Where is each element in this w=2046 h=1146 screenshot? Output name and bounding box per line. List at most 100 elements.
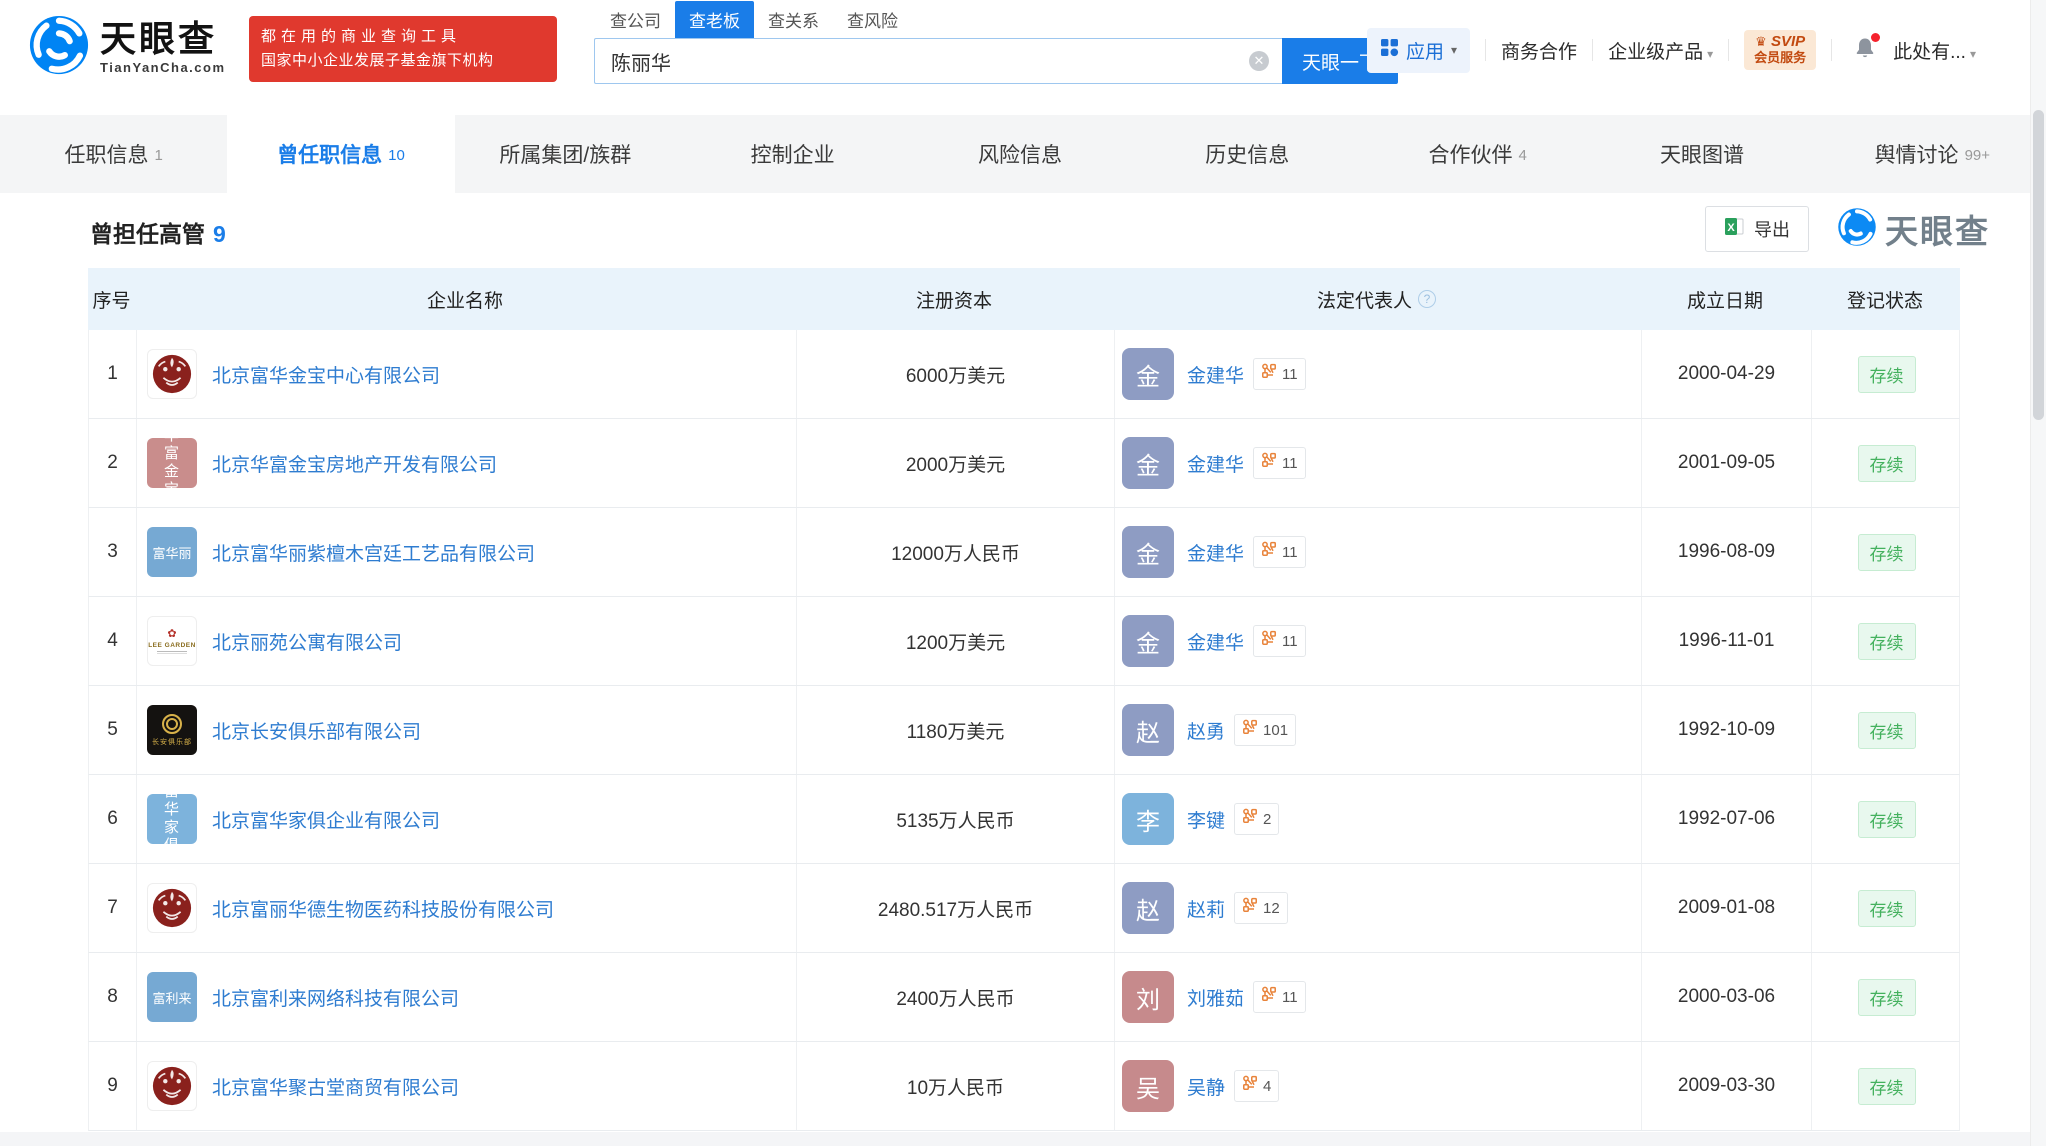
legal-rep-link[interactable]: 赵莉 xyxy=(1187,895,1225,922)
table-row: 4 ✿ LEE GARDEN 北京丽苑公寓有限公司 1200万美元 金 金建华 xyxy=(88,597,1960,686)
relation-count-badge[interactable]: 12 xyxy=(1234,892,1288,924)
page-tab[interactable]: 历史信息 xyxy=(1137,115,1364,193)
legal-rep-avatar[interactable]: 赵 xyxy=(1122,704,1174,756)
legal-rep-avatar[interactable]: 赵 xyxy=(1122,882,1174,934)
legal-rep-link[interactable]: 李键 xyxy=(1187,806,1225,833)
promo-banner: 都在用的商业查询工具 国家中小企业发展子基金旗下机构 xyxy=(249,16,557,82)
relation-count-badge[interactable]: 11 xyxy=(1253,981,1306,1013)
relation-count-badge[interactable]: 11 xyxy=(1253,536,1306,568)
apps-menu-button[interactable]: 应用 ▾ xyxy=(1367,28,1470,73)
row-index: 1 xyxy=(89,330,136,418)
column-header: 登记状态 xyxy=(1810,286,1960,313)
relation-count-badge[interactable]: 11 xyxy=(1253,625,1306,657)
table-row: 5 长安俱乐部 北京长安俱乐部有限公司 1180万美元 赵 赵勇 101 xyxy=(88,686,1960,775)
legal-rep-avatar[interactable]: 金 xyxy=(1122,526,1174,578)
page-tab[interactable]: 风险信息 xyxy=(909,115,1136,193)
page-tab[interactable]: 所属集团/族群 xyxy=(455,115,682,193)
establish-date: 1992-07-06 xyxy=(1641,775,1811,863)
search-input[interactable] xyxy=(594,38,1282,84)
company-link[interactable]: 北京丽苑公寓有限公司 xyxy=(212,628,402,655)
legal-rep-avatar[interactable]: 金 xyxy=(1122,348,1174,400)
relation-count: 11 xyxy=(1282,544,1298,561)
relation-count: 11 xyxy=(1282,989,1298,1006)
legal-rep-link[interactable]: 赵勇 xyxy=(1187,717,1225,744)
table-row: 1 北京富华金宝中心有限公司 6000万美元 金 金建华 xyxy=(88,330,1960,419)
page-tab[interactable]: 天眼图谱 xyxy=(1591,115,1818,193)
page-tab[interactable]: 控制企业 xyxy=(682,115,909,193)
tab-count: 4 xyxy=(1518,147,1526,164)
user-account-menu[interactable]: 此处有...▾ xyxy=(1893,37,1976,64)
search-type-tabs: 查公司查老板查关系查风险 xyxy=(596,6,1398,38)
tab-count: 99+ xyxy=(1965,147,1990,164)
table-row: 3 富华丽 北京富华丽紫檀木宫廷工艺品有限公司 12000万人民币 金 金建华 … xyxy=(88,508,1960,597)
company-link[interactable]: 北京富华家俱企业有限公司 xyxy=(212,806,440,833)
company-link[interactable]: 北京富华金宝中心有限公司 xyxy=(212,361,440,388)
relation-count-badge[interactable]: 2 xyxy=(1234,803,1279,835)
legal-rep-link[interactable]: 金建华 xyxy=(1187,450,1244,477)
relation-count-badge[interactable]: 11 xyxy=(1253,447,1306,479)
page-tab[interactable]: 合作伙伴 4 xyxy=(1364,115,1591,193)
page-tab[interactable]: 任职信息 1 xyxy=(0,115,227,193)
company-link[interactable]: 北京富利来网络科技有限公司 xyxy=(212,984,459,1011)
establish-date: 1996-11-01 xyxy=(1641,597,1811,685)
tab-count: 10 xyxy=(388,147,405,164)
help-icon[interactable]: ? xyxy=(1418,290,1436,308)
export-button[interactable]: X 导出 xyxy=(1705,206,1809,252)
relation-count-badge[interactable]: 101 xyxy=(1234,714,1296,746)
legal-rep-avatar[interactable]: 李 xyxy=(1122,793,1174,845)
relation-count-badge[interactable]: 4 xyxy=(1234,1070,1279,1102)
company-logo xyxy=(147,883,197,933)
relation-count: 11 xyxy=(1282,633,1298,650)
row-index: 9 xyxy=(89,1042,136,1130)
company-link[interactable]: 北京长安俱乐部有限公司 xyxy=(212,717,421,744)
legal-rep-link[interactable]: 刘雅茹 xyxy=(1187,984,1244,1011)
legal-rep-avatar[interactable]: 刘 xyxy=(1122,971,1174,1023)
search-type-tab[interactable]: 查老板 xyxy=(675,1,754,38)
chevron-down-icon: ▾ xyxy=(1970,47,1976,61)
row-index: 5 xyxy=(89,686,136,774)
notifications-bell-icon[interactable] xyxy=(1853,36,1877,65)
legal-rep-link[interactable]: 金建华 xyxy=(1187,628,1244,655)
scrollbar-thumb[interactable] xyxy=(2033,110,2044,420)
company-link[interactable]: 北京富华丽紫檀木宫廷工艺品有限公司 xyxy=(212,539,535,566)
legal-rep-avatar[interactable]: 金 xyxy=(1122,615,1174,667)
column-header: 法定代表人 ? xyxy=(1113,286,1640,313)
legal-rep-link[interactable]: 金建华 xyxy=(1187,539,1244,566)
company-logo: 华富金宝 xyxy=(147,438,197,488)
legal-rep-avatar[interactable]: 金 xyxy=(1122,437,1174,489)
page-tab[interactable]: 曾任职信息 10 xyxy=(227,115,454,193)
brand-logo[interactable]: 天眼查 TianYanCha.com xyxy=(28,14,226,81)
divider xyxy=(1592,39,1593,61)
column-header: 企业名称 xyxy=(135,286,795,313)
row-index: 8 xyxy=(89,953,136,1041)
company-link[interactable]: 北京富丽华德生物医药科技股份有限公司 xyxy=(212,895,554,922)
registered-capital: 2000万美元 xyxy=(796,419,1114,507)
page-tab-bar: 任职信息 1 曾任职信息 10 所属集团/族群 控制企业 风险信息 历史信息 合… xyxy=(0,115,2046,193)
company-link[interactable]: 北京华富金宝房地产开发有限公司 xyxy=(212,450,497,477)
search-type-tab[interactable]: 查关系 xyxy=(754,1,833,38)
search-type-tab[interactable]: 查公司 xyxy=(596,1,675,38)
company-link[interactable]: 北京富华聚古堂商贸有限公司 xyxy=(212,1073,459,1100)
tianyancha-watermark: 天眼查 xyxy=(1837,205,1990,253)
relation-count: 2 xyxy=(1263,811,1271,828)
legal-rep-link[interactable]: 金建华 xyxy=(1187,361,1244,388)
scrollbar[interactable] xyxy=(2030,0,2046,1146)
relation-count-badge[interactable]: 11 xyxy=(1253,358,1306,390)
clear-search-icon[interactable]: ✕ xyxy=(1249,51,1269,71)
org-graph-icon xyxy=(1242,719,1258,741)
tianyancha-logo-icon xyxy=(1837,207,1877,252)
nav-business-cooperation[interactable]: 商务合作 xyxy=(1501,37,1577,64)
apps-grid-icon xyxy=(1380,38,1399,62)
legal-rep-avatar[interactable]: 吴 xyxy=(1122,1060,1174,1112)
notification-dot xyxy=(1871,33,1880,42)
promo-line2: 国家中小企业发展子基金旗下机构 xyxy=(261,49,545,73)
org-graph-icon xyxy=(1261,452,1277,474)
nav-enterprise-products[interactable]: 企业级产品▾ xyxy=(1608,37,1713,64)
legal-rep-link[interactable]: 吴静 xyxy=(1187,1073,1225,1100)
company-logo: 富华家俱 xyxy=(147,794,197,844)
org-graph-icon xyxy=(1261,630,1277,652)
row-index: 6 xyxy=(89,775,136,863)
search-type-tab[interactable]: 查风险 xyxy=(833,1,912,38)
page-tab[interactable]: 舆情讨论 99+ xyxy=(1819,115,2046,193)
svip-member-badge[interactable]: ♛ SVIP 会员服务 xyxy=(1744,30,1816,70)
